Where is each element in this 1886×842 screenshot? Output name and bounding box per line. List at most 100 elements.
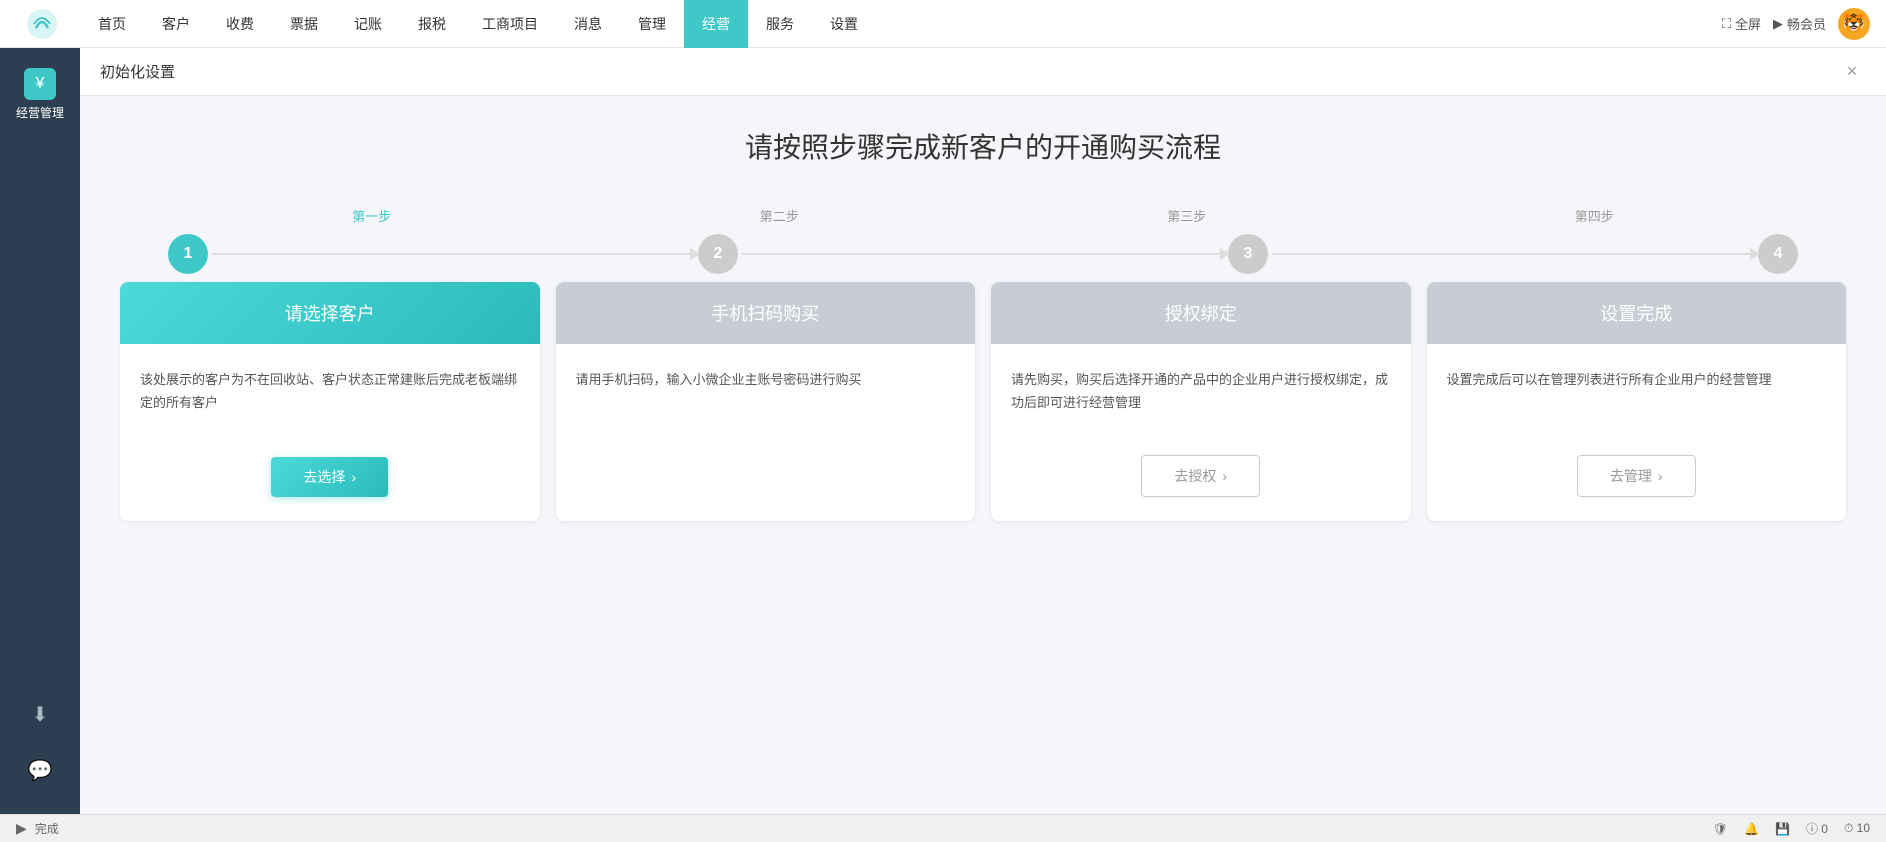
card-desc-3: 请先购买，购买后选择开通的产品中的企业用户进行授权绑定，成功后即可进行经营管理	[1011, 372, 1388, 410]
nav-item-operation[interactable]: 经营	[684, 0, 748, 48]
card-header-2: 手机扫码购买	[556, 282, 976, 344]
status-label: 完成	[35, 820, 59, 837]
step-line-3	[1272, 253, 1754, 255]
nav-item-fee[interactable]: 收费	[208, 0, 272, 48]
main-area: ¥ 经营管理 ⬇ 💬 初始化设置 × 请按照步骤完成新客户的开通购买流程	[0, 48, 1886, 814]
sound-icon: 🔔	[1744, 822, 1759, 836]
card-btn-1[interactable]: 去选择 ›	[271, 457, 388, 497]
card-header-4: 设置完成	[1427, 282, 1847, 344]
content-area: 初始化设置 × 请按照步骤完成新客户的开通购买流程 第一步 第二步 第三步	[80, 48, 1886, 814]
fullscreen-label: 全屏	[1735, 14, 1761, 33]
step-line-1	[212, 253, 694, 255]
nav-item-bill[interactable]: 票据	[272, 0, 336, 48]
cards-row: 请选择客户 该处展示的客户为不在回收站、客户状态正常建账后完成老板端绑定的所有客…	[120, 282, 1846, 521]
card-header-3: 授权绑定	[991, 282, 1411, 344]
card-title-4: 设置完成	[1600, 304, 1672, 324]
step-circle-4: 4	[1758, 234, 1798, 274]
card-footer-1: 去选择 ›	[120, 441, 540, 521]
lock-icon: 🛡	[1713, 822, 1728, 836]
nav-item-settings[interactable]: 设置	[812, 0, 876, 48]
info-badge: ⓘ 0	[1806, 820, 1828, 837]
member-btn[interactable]: ▶ 畅会员	[1773, 14, 1826, 33]
step-label-4: 第四步	[1575, 209, 1614, 224]
page-title: 初始化设置	[100, 61, 175, 82]
step-2-node: 2	[698, 234, 738, 274]
time-badge: ⏱ 10	[1844, 821, 1870, 836]
step-circle-1: 1	[168, 234, 208, 274]
status-right: 🛡 🔔 💾 ⓘ 0 ⏱ 10	[1713, 820, 1870, 837]
card-btn-4[interactable]: 去管理 ›	[1577, 455, 1696, 497]
sidebar-item-operation[interactable]: ¥ 经营管理	[0, 56, 80, 133]
card-btn-label-4: 去管理	[1610, 466, 1652, 486]
sidebar-bottom: ⬇ 💬	[0, 686, 80, 814]
step-line-2	[742, 253, 1224, 255]
nav-items: 首页 客户 收费 票据 记账 报税 工商项目 消息 管理 经营 服务 设置	[80, 0, 1722, 47]
nav-right: ⛶ 全屏 ▶ 畅会员 🐯	[1722, 8, 1886, 40]
steps-timeline-wrapper: 第一步 第二步 第三步 第四步	[120, 206, 1846, 274]
setup-content: 请按照步骤完成新客户的开通购买流程 第一步 第二步 第三步 第四步	[80, 96, 1886, 541]
card-body-1: 该处展示的客户为不在回收站、客户状态正常建账后完成老板端绑定的所有客户	[120, 344, 540, 441]
nav-item-business[interactable]: 工商项目	[464, 0, 556, 48]
member-label: 畅会员	[1787, 14, 1826, 33]
page-header: 初始化设置 ×	[80, 48, 1886, 96]
logo	[12, 8, 72, 40]
nav-item-home[interactable]: 首页	[80, 0, 144, 48]
nav-item-tax[interactable]: 报税	[400, 0, 464, 48]
status-bar: ▶ 完成 🛡 🔔 💾 ⓘ 0 ⏱ 10	[0, 814, 1886, 842]
card-body-3: 请先购买，购买后选择开通的产品中的企业用户进行授权绑定，成功后即可进行经营管理	[991, 344, 1411, 439]
avatar[interactable]: 🐯	[1838, 8, 1870, 40]
card-btn-arrow-3: ›	[1222, 468, 1227, 484]
card-title-1: 请选择客户	[285, 304, 375, 324]
card-desc-1: 该处展示的客户为不在回收站、客户状态正常建账后完成老板端绑定的所有客户	[140, 372, 517, 410]
step-4-node: 4	[1758, 234, 1798, 274]
card-btn-label-1: 去选择	[303, 467, 345, 487]
card-desc-2: 请用手机扫码，输入小微企业主账号密码进行购买	[576, 372, 862, 387]
card-btn-3[interactable]: 去授权 ›	[1141, 455, 1260, 497]
step-labels-row: 第一步 第二步 第三步 第四步	[160, 206, 1806, 226]
step-label-1: 第一步	[352, 209, 391, 224]
card-body-2: 请用手机扫码，输入小微企业主账号密码进行购买	[556, 344, 976, 481]
close-button[interactable]: ×	[1838, 58, 1866, 86]
setup-main-title: 请按照步骤完成新客户的开通购买流程	[120, 126, 1846, 166]
status-left: ▶ 完成	[16, 820, 59, 837]
yen-icon: ¥	[36, 75, 45, 93]
card-title-3: 授权绑定	[1165, 304, 1237, 324]
step-3-node: 3	[1228, 234, 1268, 274]
card-btn-arrow-4: ›	[1658, 468, 1663, 484]
card-title-2: 手机扫码购买	[711, 304, 819, 324]
card-footer-2	[556, 481, 976, 521]
sidebar: ¥ 经营管理 ⬇ 💬	[0, 48, 80, 814]
card-body-4: 设置完成后可以在管理列表进行所有企业用户的经营管理	[1427, 344, 1847, 439]
nav-item-manage[interactable]: 管理	[620, 0, 684, 48]
play-icon: ▶	[1773, 16, 1783, 32]
card-step1: 请选择客户 该处展示的客户为不在回收站、客户状态正常建账后完成老板端绑定的所有客…	[120, 282, 540, 521]
sidebar-download[interactable]: ⬇	[0, 686, 80, 742]
nav-item-customer[interactable]: 客户	[144, 0, 208, 48]
card-desc-4: 设置完成后可以在管理列表进行所有企业用户的经营管理	[1447, 372, 1772, 387]
nav-item-message[interactable]: 消息	[556, 0, 620, 48]
play-status-icon: ▶	[16, 820, 27, 837]
nav-item-accounting[interactable]: 记账	[336, 0, 400, 48]
sidebar-support[interactable]: 💬	[0, 742, 80, 798]
card-footer-4: 去管理 ›	[1427, 439, 1847, 521]
step-1-node: 1	[168, 234, 208, 274]
operation-icon: ¥	[24, 68, 56, 100]
card-header-1: 请选择客户	[120, 282, 540, 344]
sidebar-item-label: 经营管理	[16, 104, 64, 121]
download-icon: ⬇	[24, 698, 56, 730]
card-btn-label-3: 去授权	[1174, 466, 1216, 486]
step-label-3: 第三步	[1167, 209, 1206, 224]
card-btn-arrow-1: ›	[351, 469, 356, 485]
fullscreen-icon: ⛶	[1722, 16, 1731, 32]
card-step4: 设置完成 设置完成后可以在管理列表进行所有企业用户的经营管理 去管理 ›	[1427, 282, 1847, 521]
card-footer-3: 去授权 ›	[991, 439, 1411, 521]
top-nav: 首页 客户 收费 票据 记账 报税 工商项目 消息 管理 经营 服务 设置 ⛶ …	[0, 0, 1886, 48]
step-circles-row: 1 2	[160, 234, 1806, 274]
nav-item-service[interactable]: 服务	[748, 0, 812, 48]
step-label-2: 第二步	[760, 209, 799, 224]
card-step3: 授权绑定 请先购买，购买后选择开通的产品中的企业用户进行授权绑定，成功后即可进行…	[991, 282, 1411, 521]
step-circle-3: 3	[1228, 234, 1268, 274]
support-icon: 💬	[24, 754, 56, 786]
fullscreen-btn[interactable]: ⛶ 全屏	[1722, 14, 1761, 33]
step-circle-2: 2	[698, 234, 738, 274]
